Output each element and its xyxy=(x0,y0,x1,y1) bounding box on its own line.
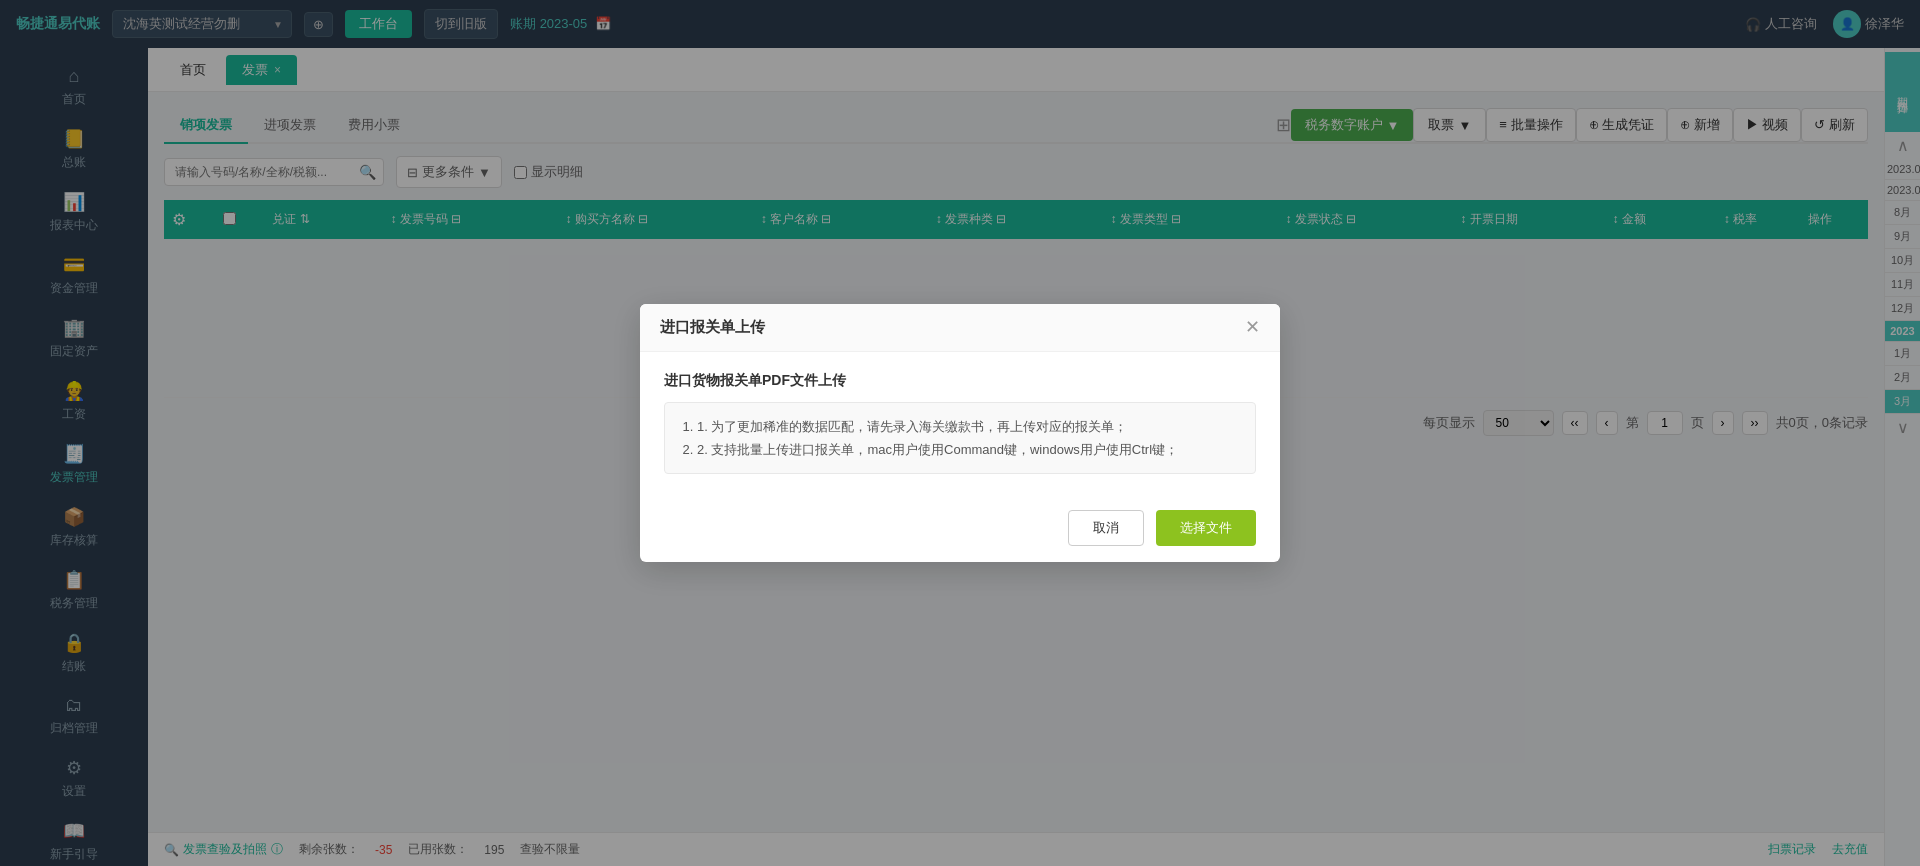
modal-title: 进口报关单上传 xyxy=(660,318,765,337)
modal-section-title: 进口货物报关单PDF文件上传 xyxy=(664,372,1256,390)
import-modal: 进口报关单上传 ✕ 进口货物报关单PDF文件上传 1. 为了更加稀准的数据匹配，… xyxy=(640,304,1280,563)
modal-info-box: 1. 为了更加稀准的数据匹配，请先录入海关缴款书，再上传对应的报关单； 2. 支… xyxy=(664,402,1256,475)
instruction-2: 2. 支持批量上传进口报关单，mac用户使用Command键，windows用户… xyxy=(697,438,1239,461)
modal-footer: 取消 选择文件 xyxy=(640,494,1280,562)
modal-overlay[interactable]: 进口报关单上传 ✕ 进口货物报关单PDF文件上传 1. 为了更加稀准的数据匹配，… xyxy=(0,0,1920,866)
modal-close-button[interactable]: ✕ xyxy=(1245,318,1260,336)
modal-body: 进口货物报关单PDF文件上传 1. 为了更加稀准的数据匹配，请先录入海关缴款书，… xyxy=(640,352,1280,495)
modal-cancel-button[interactable]: 取消 xyxy=(1068,510,1144,546)
modal-select-button[interactable]: 选择文件 xyxy=(1156,510,1256,546)
modal-header: 进口报关单上传 ✕ xyxy=(640,304,1280,352)
instruction-1: 1. 为了更加稀准的数据匹配，请先录入海关缴款书，再上传对应的报关单； xyxy=(697,415,1239,438)
